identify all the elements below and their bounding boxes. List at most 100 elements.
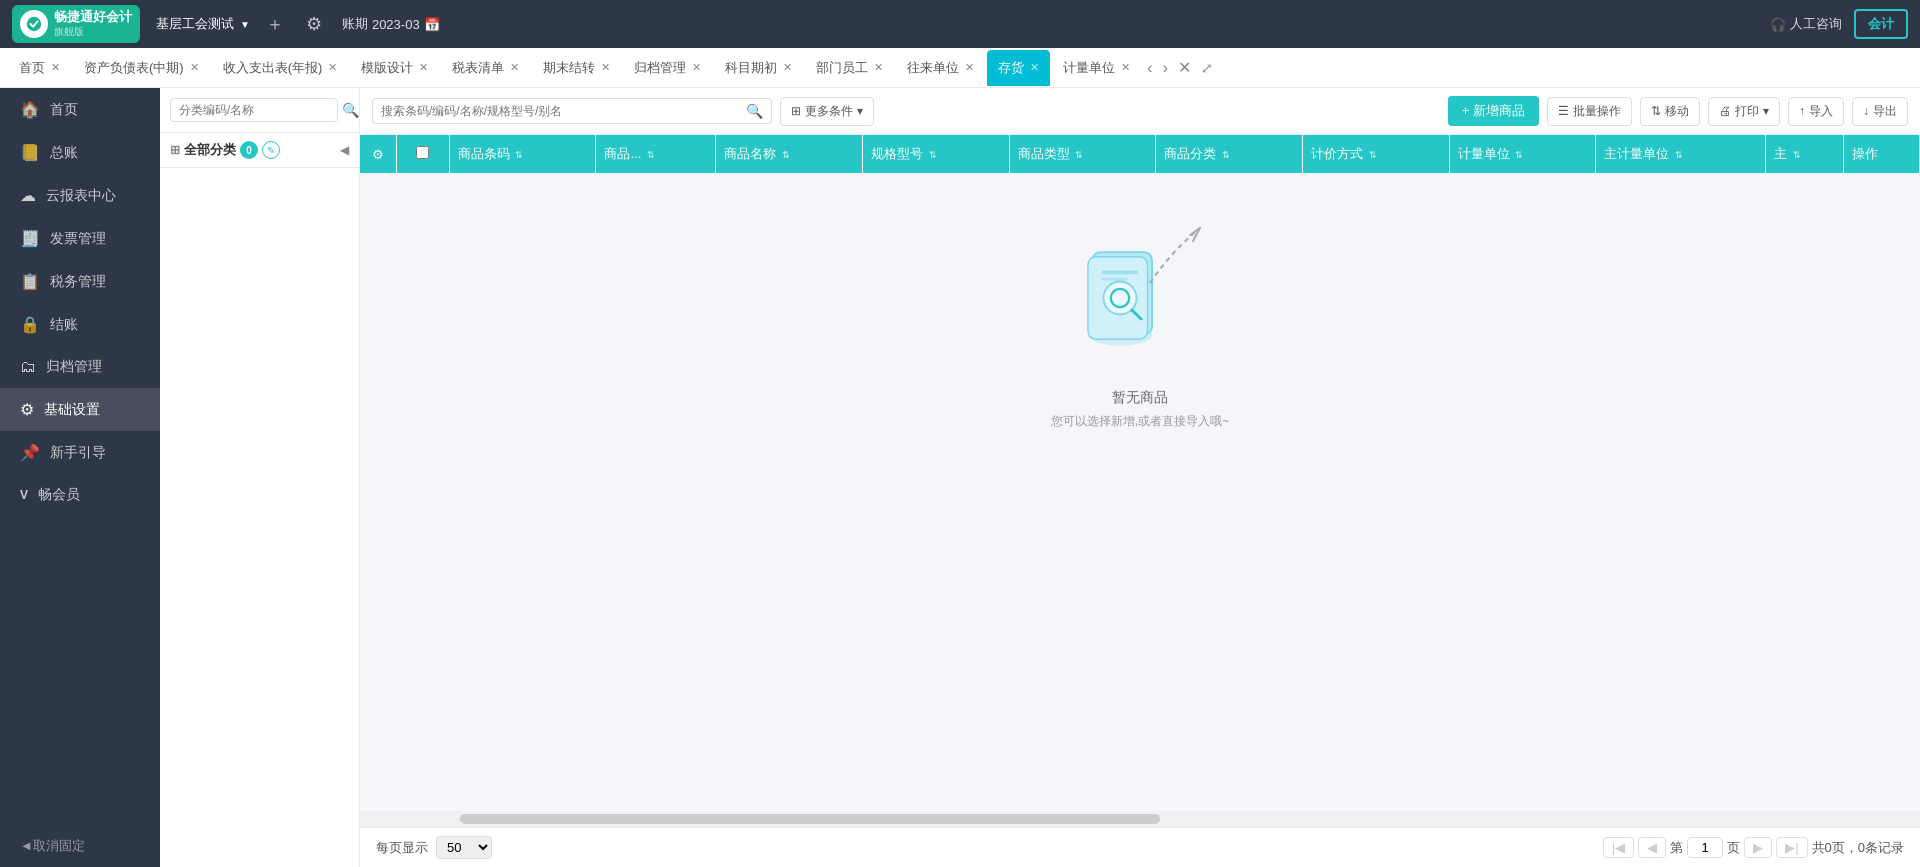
per-page-label: 每页显示 (376, 839, 428, 857)
add-product-label: + 新增商品 (1462, 102, 1525, 120)
sidebar-item-home[interactable]: 🏠 首页 (0, 88, 160, 131)
product-search-button[interactable]: 🔍 (746, 103, 763, 119)
category-collapse-button[interactable]: ◀ (340, 143, 349, 157)
tab-balance-sheet-label: 资产负债表(中期) (84, 59, 184, 77)
tab-department-close[interactable]: ✕ (874, 61, 883, 74)
account-button[interactable]: 会计 (1854, 9, 1908, 39)
sort-price-icon[interactable]: ⇅ (1369, 150, 1377, 160)
col-unit: 计量单位 ⇅ (1449, 135, 1596, 173)
period-label: 账期 (342, 15, 368, 33)
last-page-button[interactable]: ▶| (1776, 837, 1807, 858)
logo-sub: 旗舰版 (54, 25, 132, 39)
tab-unit[interactable]: 计量单位 ✕ (1052, 50, 1141, 86)
sidebar-item-home-label: 首页 (50, 101, 78, 119)
empty-subtitle: 您可以选择新增,或者直接导入哦~ (1051, 413, 1229, 430)
tab-home[interactable]: 首页 ✕ (8, 50, 71, 86)
grid-icon: ⊞ (170, 143, 180, 157)
first-page-button[interactable]: |◀ (1603, 837, 1634, 858)
sidebar-item-invoice[interactable]: 🧾 发票管理 (0, 217, 160, 260)
horizontal-scrollbar[interactable] (360, 811, 1920, 827)
move-button[interactable]: ⇅ 移动 (1640, 97, 1700, 126)
sort-extra-icon[interactable]: ⇅ (1793, 150, 1801, 160)
tab-inventory-close[interactable]: ✕ (1030, 61, 1039, 74)
tab-department[interactable]: 部门员工 ✕ (805, 50, 894, 86)
logo: 畅捷通好会计 旗舰版 (12, 5, 140, 43)
batch-action-button[interactable]: ☰ 批量操作 (1547, 97, 1632, 126)
page-input[interactable] (1687, 837, 1723, 858)
tab-scroll-right[interactable]: › (1159, 59, 1172, 77)
col-barcode: 商品条码 ⇅ (449, 135, 596, 173)
tab-home-close[interactable]: ✕ (51, 61, 60, 74)
sort-category-icon[interactable]: ⇅ (1222, 150, 1230, 160)
scrollbar-thumb[interactable] (460, 814, 1160, 824)
sort-unit-icon[interactable]: ⇅ (1515, 150, 1523, 160)
add-tab-button[interactable]: ＋ (258, 8, 292, 40)
sort-barcode-icon[interactable]: ⇅ (515, 150, 523, 160)
sort-code-icon[interactable]: ⇅ (647, 150, 655, 160)
toolbar: 🔍 ⊞ 更多条件 ▾ + 新增商品 ☰ 批量操作 ⇅ (360, 88, 1920, 135)
tab-tax[interactable]: 税表清单 ✕ (441, 50, 530, 86)
headset-icon: 🎧 (1770, 17, 1786, 32)
tab-income-close[interactable]: ✕ (328, 61, 337, 74)
sort-spec-icon[interactable]: ⇅ (929, 150, 937, 160)
sidebar-pin-toggle[interactable]: ◄取消固定 (0, 825, 160, 867)
tab-close-all[interactable]: ✕ (1174, 58, 1195, 77)
tab-period[interactable]: 期末结转 ✕ (532, 50, 621, 86)
settings-icon[interactable]: ⚙ (298, 9, 330, 39)
tab-unit-close[interactable]: ✕ (1121, 61, 1130, 74)
member-icon: V (20, 488, 28, 502)
tab-balance-sheet[interactable]: 资产负债表(中期) ✕ (73, 50, 210, 86)
sidebar-item-reports[interactable]: ☁ 云报表中心 (0, 174, 160, 217)
col-unit-label: 计量单位 (1458, 146, 1510, 161)
tab-income[interactable]: 收入支出表(年报) ✕ (212, 50, 349, 86)
sidebar-item-tax[interactable]: 📋 税务管理 (0, 260, 160, 303)
tab-bar: 首页 ✕ 资产负债表(中期) ✕ 收入支出表(年报) ✕ 模版设计 ✕ 税表清单… (0, 48, 1920, 88)
category-edit-button[interactable]: ✎ (262, 141, 280, 159)
tab-balance-sheet-close[interactable]: ✕ (190, 61, 199, 74)
tab-contacts-close[interactable]: ✕ (965, 61, 974, 74)
sidebar-item-close[interactable]: 🔒 结账 (0, 303, 160, 346)
per-page-select[interactable]: 10 20 50 100 (436, 836, 492, 859)
company-selector[interactable]: 基层工会测试 ▼ (156, 15, 250, 33)
sort-main-unit-icon[interactable]: ⇅ (1675, 150, 1683, 160)
cloud-icon: ☁ (20, 186, 36, 205)
tab-maximize[interactable]: ⤢ (1197, 60, 1217, 76)
tab-subject[interactable]: 科目期初 ✕ (714, 50, 803, 86)
export-icon: ↓ (1863, 104, 1869, 118)
ai-consult-button[interactable]: 🎧 人工咨询 (1770, 15, 1842, 33)
sidebar-item-guide[interactable]: 📌 新手引导 (0, 431, 160, 474)
sidebar-item-member[interactable]: V 畅会员 (0, 474, 160, 516)
col-settings[interactable]: ⚙ (360, 135, 396, 173)
tab-inventory[interactable]: 存货 ✕ (987, 50, 1050, 86)
ai-consult-label: 人工咨询 (1790, 15, 1842, 33)
export-button[interactable]: ↓ 导出 (1852, 97, 1908, 126)
calendar-icon[interactable]: 📅 (424, 17, 440, 32)
sidebar-item-close-label: 结账 (50, 316, 78, 334)
sidebar-item-tax-label: 税务管理 (50, 273, 106, 291)
tab-period-close[interactable]: ✕ (601, 61, 610, 74)
tab-template[interactable]: 模版设计 ✕ (350, 50, 439, 86)
tab-scroll-left[interactable]: ‹ (1143, 59, 1156, 77)
import-button[interactable]: ↑ 导入 (1788, 97, 1844, 126)
select-all-checkbox[interactable] (416, 146, 429, 159)
sidebar-item-settings[interactable]: ⚙ 基础设置 (0, 388, 160, 431)
prev-page-button[interactable]: ◀ (1638, 837, 1666, 858)
add-product-button[interactable]: + 新增商品 (1448, 96, 1539, 126)
tab-template-close[interactable]: ✕ (419, 61, 428, 74)
tab-subject-close[interactable]: ✕ (783, 61, 792, 74)
category-search-input[interactable] (170, 98, 338, 122)
product-search-input[interactable] (381, 104, 742, 118)
tab-tax-close[interactable]: ✕ (510, 61, 519, 74)
category-search-button[interactable]: 🔍 (342, 102, 359, 118)
sidebar-item-archive[interactable]: 🗂 归档管理 (0, 346, 160, 388)
sort-type-icon[interactable]: ⇅ (1075, 150, 1083, 160)
tab-contacts[interactable]: 往来单位 ✕ (896, 50, 985, 86)
unpin-label: ◄取消固定 (20, 837, 85, 855)
more-filters-button[interactable]: ⊞ 更多条件 ▾ (780, 97, 874, 126)
sidebar-item-ledger[interactable]: 📒 总账 (0, 131, 160, 174)
next-page-button[interactable]: ▶ (1744, 837, 1772, 858)
sort-name-icon[interactable]: ⇅ (782, 150, 790, 160)
print-button[interactable]: 🖨 打印 ▾ (1708, 97, 1780, 126)
tab-archive[interactable]: 归档管理 ✕ (623, 50, 712, 86)
tab-archive-close[interactable]: ✕ (692, 61, 701, 74)
